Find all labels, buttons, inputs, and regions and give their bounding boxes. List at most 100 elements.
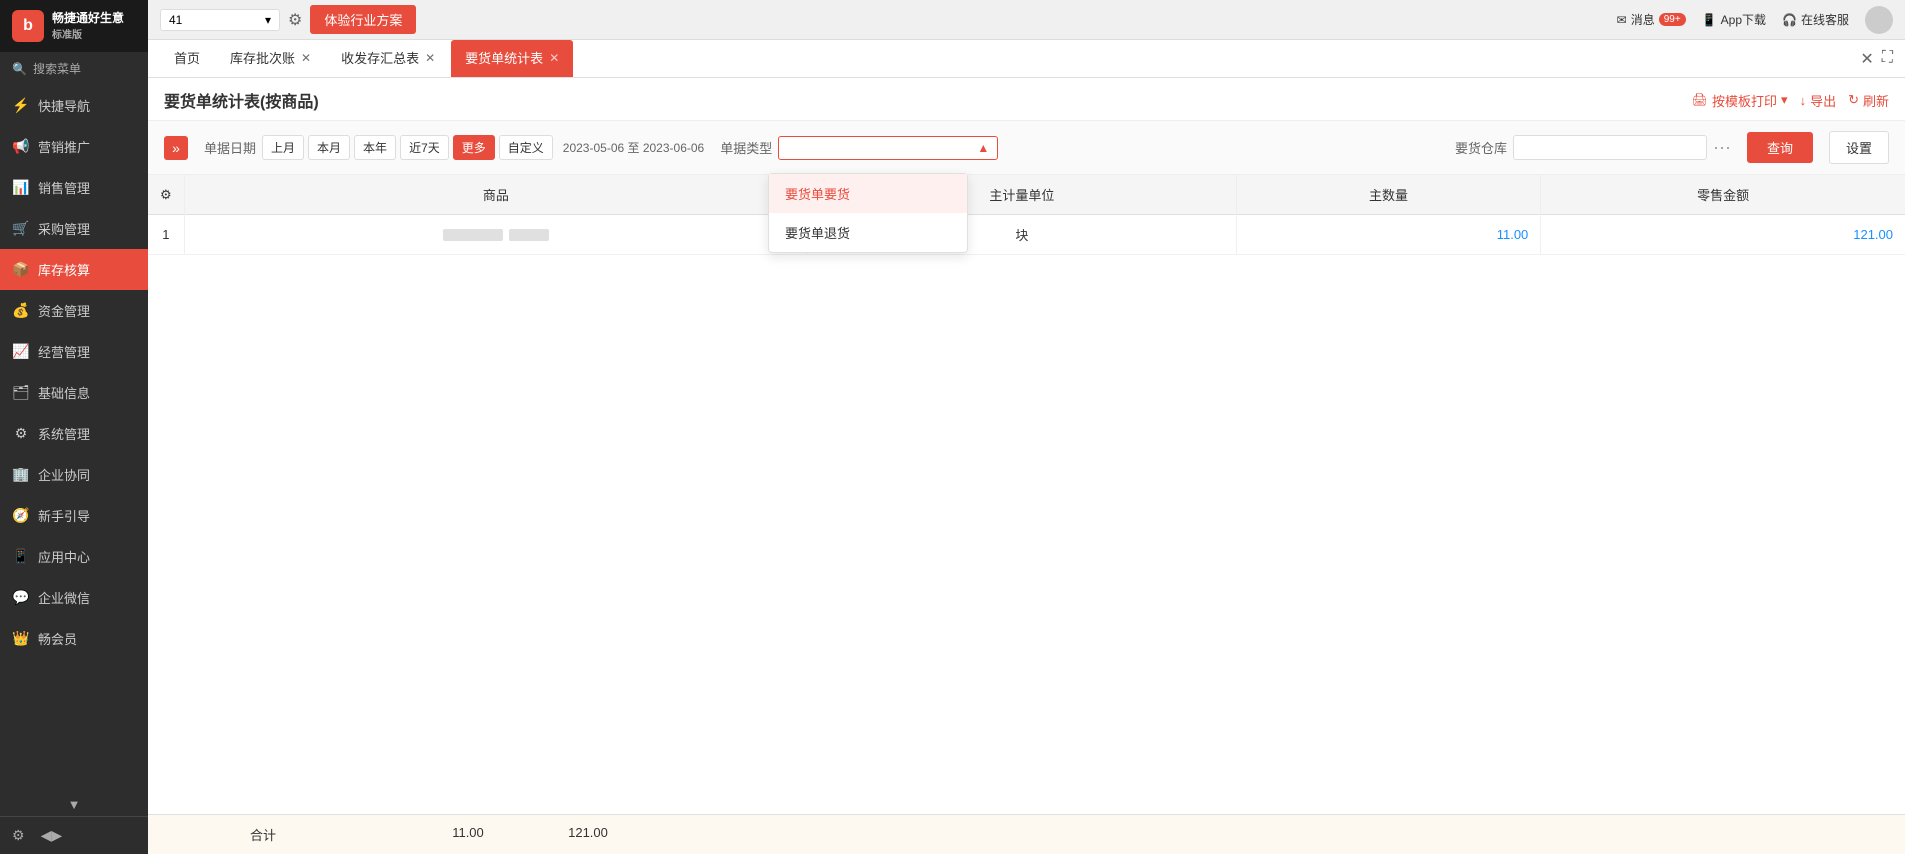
sidebar-item-appstore[interactable]: 📱 应用中心	[0, 536, 148, 577]
date-btn-more[interactable]: 更多	[453, 135, 495, 160]
sidebar-item-finance[interactable]: 💰 资金管理	[0, 290, 148, 331]
sidebar-item-shortcut[interactable]: ⚡ 快捷导航	[0, 85, 148, 126]
date-btn-last-month[interactable]: 上月	[262, 135, 304, 160]
date-btn-this-month[interactable]: 本月	[308, 135, 350, 160]
tab-home[interactable]: 首页	[160, 40, 214, 77]
tab-home-label: 首页	[174, 48, 200, 67]
sidebar-item-system[interactable]: ⚙ 系统管理	[0, 413, 148, 454]
message-badge: 99+	[1659, 13, 1686, 26]
sidebar-item-operations[interactable]: 📈 经营管理	[0, 331, 148, 372]
warehouse-input[interactable]	[1513, 135, 1707, 160]
industry-button[interactable]: 体验行业方案	[310, 5, 416, 34]
tab-expand[interactable]: ⛶	[1882, 49, 1893, 69]
export-icon: ↓	[1800, 93, 1807, 108]
settings-button[interactable]: 设置	[1829, 131, 1889, 164]
sidebar-scroll-down[interactable]: ▼	[0, 793, 148, 816]
app-name: 畅捷通好生意	[52, 11, 124, 27]
date-btn-this-year[interactable]: 本年	[354, 135, 396, 160]
qty-link[interactable]: 11.00	[1497, 227, 1529, 242]
sidebar-item-marketing[interactable]: 📢 营销推广	[0, 126, 148, 167]
date-range-display: 2023-05-06 至 2023-06-06	[563, 139, 704, 156]
app-badge: 标准版	[52, 26, 124, 41]
topbar-settings-icon[interactable]: ⚙	[288, 10, 302, 30]
enterprise-icon: 🏢	[12, 466, 30, 483]
nav-label: 资金管理	[38, 301, 90, 320]
sidebar-item-search[interactable]: 🔍 搜索菜单	[0, 52, 148, 85]
nav-label: 营销推广	[38, 137, 90, 156]
date-buttons: 上月 本月 本年 近7天 更多 自定义	[262, 135, 553, 160]
type-select[interactable]: ▲	[778, 136, 998, 160]
amount-link[interactable]: 121.00	[1853, 227, 1893, 242]
tab-batch[interactable]: 库存批次账 ✕	[216, 40, 325, 77]
collapse-icon[interactable]: ◀▶	[41, 827, 63, 844]
col-settings[interactable]: ⚙	[148, 175, 184, 215]
sidebar-item-enterprise[interactable]: 🏢 企业协同	[0, 454, 148, 495]
print-icon: 🖨	[1692, 92, 1709, 108]
print-chevron: ▾	[1781, 92, 1788, 108]
sidebar-item-inventory[interactable]: 📦 库存核算	[0, 249, 148, 290]
data-table: ⚙ 商品 主计量单位 主数量 零售金额 1	[148, 175, 1905, 255]
sidebar-item-wechat[interactable]: 💬 企业微信	[0, 577, 148, 618]
total-label-text: 合计	[250, 828, 276, 843]
print-button[interactable]: 🖨 按模板打印 ▾	[1692, 91, 1788, 110]
product-placeholder	[443, 229, 503, 241]
marketing-icon: 📢	[12, 138, 30, 155]
sidebar-item-purchase[interactable]: 🛒 采购管理	[0, 208, 148, 249]
sidebar-item-guide[interactable]: 🧭 新手引导	[0, 495, 148, 536]
export-label: 导出	[1810, 91, 1836, 110]
table-area: ⚙ 商品 主计量单位 主数量 零售金额 1	[148, 175, 1905, 814]
nav-label: 畅会员	[38, 629, 77, 648]
headset-icon: 🎧	[1782, 13, 1797, 27]
tab-close-all[interactable]: ✕	[1860, 49, 1873, 69]
app-download-label: App下载	[1721, 11, 1766, 28]
type-dropdown: 要货单要货 要货单退货	[768, 173, 968, 253]
tab-order-stat-close[interactable]: ✕	[549, 51, 559, 65]
query-button[interactable]: 查询	[1747, 132, 1813, 163]
nav-label: 应用中心	[38, 547, 90, 566]
refresh-label: 刷新	[1863, 91, 1889, 110]
col-product: 商品	[184, 175, 808, 215]
total-qty: 11.00	[408, 825, 528, 844]
operations-icon: 📈	[12, 343, 30, 360]
sidebar: b 畅捷通好生意 标准版 🔍 搜索菜单 ⚡ 快捷导航 📢 营销推广 📊 销售管理…	[0, 0, 148, 854]
page-content: 要货单统计表(按商品) 🖨 按模板打印 ▾ ↓ 导出 ↻ 刷新 »	[148, 78, 1905, 854]
topbar: 41 ▾ ⚙ 体验行业方案 ✉ 消息 99+ 📱 App下载 🎧 在线客服	[148, 0, 1905, 40]
page-actions: 🖨 按模板打印 ▾ ↓ 导出 ↻ 刷新	[1692, 91, 1890, 110]
page-title: 要货单统计表(按商品)	[164, 88, 319, 112]
more-filters-icon[interactable]: ···	[1713, 137, 1731, 158]
search-label: 搜索菜单	[33, 60, 81, 77]
export-button[interactable]: ↓ 导出	[1800, 91, 1837, 110]
nav-label: 新手引导	[38, 506, 90, 525]
online-service-action[interactable]: 🎧 在线客服	[1782, 11, 1849, 28]
filter-expand-button[interactable]: »	[164, 136, 188, 160]
table-row: 1 块 11.00 121.00	[148, 215, 1905, 255]
tab-batch-close[interactable]: ✕	[301, 51, 311, 65]
nav-label: 企业微信	[38, 588, 90, 607]
settings-bottom-icon[interactable]: ⚙	[12, 827, 25, 844]
table-header-row: ⚙ 商品 主计量单位 主数量 零售金额	[148, 175, 1905, 215]
store-selector[interactable]: 41 ▾	[160, 9, 280, 31]
sidebar-bottom: ⚙ ◀▶	[0, 816, 148, 854]
cell-amount: 121.00	[1541, 215, 1905, 255]
sidebar-item-member[interactable]: 👑 畅会员	[0, 618, 148, 659]
sidebar-item-basics[interactable]: 🗂 基础信息	[0, 372, 148, 413]
app-download-action[interactable]: 📱 App下载	[1702, 11, 1766, 28]
tab-receipt-close[interactable]: ✕	[425, 51, 435, 65]
nav-label: 企业协同	[38, 465, 90, 484]
logo-icon: b	[12, 10, 44, 42]
dropdown-item-order-goods[interactable]: 要货单要货	[769, 174, 967, 213]
messages-action[interactable]: ✉ 消息 99+	[1617, 11, 1686, 28]
sidebar-item-sales[interactable]: 📊 销售管理	[0, 167, 148, 208]
date-btn-last-7[interactable]: 近7天	[400, 135, 449, 160]
refresh-button[interactable]: ↻ 刷新	[1848, 91, 1889, 110]
refresh-icon: ↻	[1848, 92, 1859, 108]
date-btn-custom[interactable]: 自定义	[499, 135, 553, 160]
user-avatar[interactable]	[1865, 6, 1893, 34]
system-icon: ⚙	[12, 425, 30, 442]
footer-total: 合计 11.00 121.00	[148, 814, 1905, 854]
nav-label: 基础信息	[38, 383, 90, 402]
tab-order-stat[interactable]: 要货单统计表 ✕	[451, 40, 573, 77]
tab-receipt[interactable]: 收发存汇总表 ✕	[327, 40, 449, 77]
app-logo: b 畅捷通好生意 标准版	[0, 0, 148, 52]
dropdown-item-order-return[interactable]: 要货单退货	[769, 213, 967, 252]
